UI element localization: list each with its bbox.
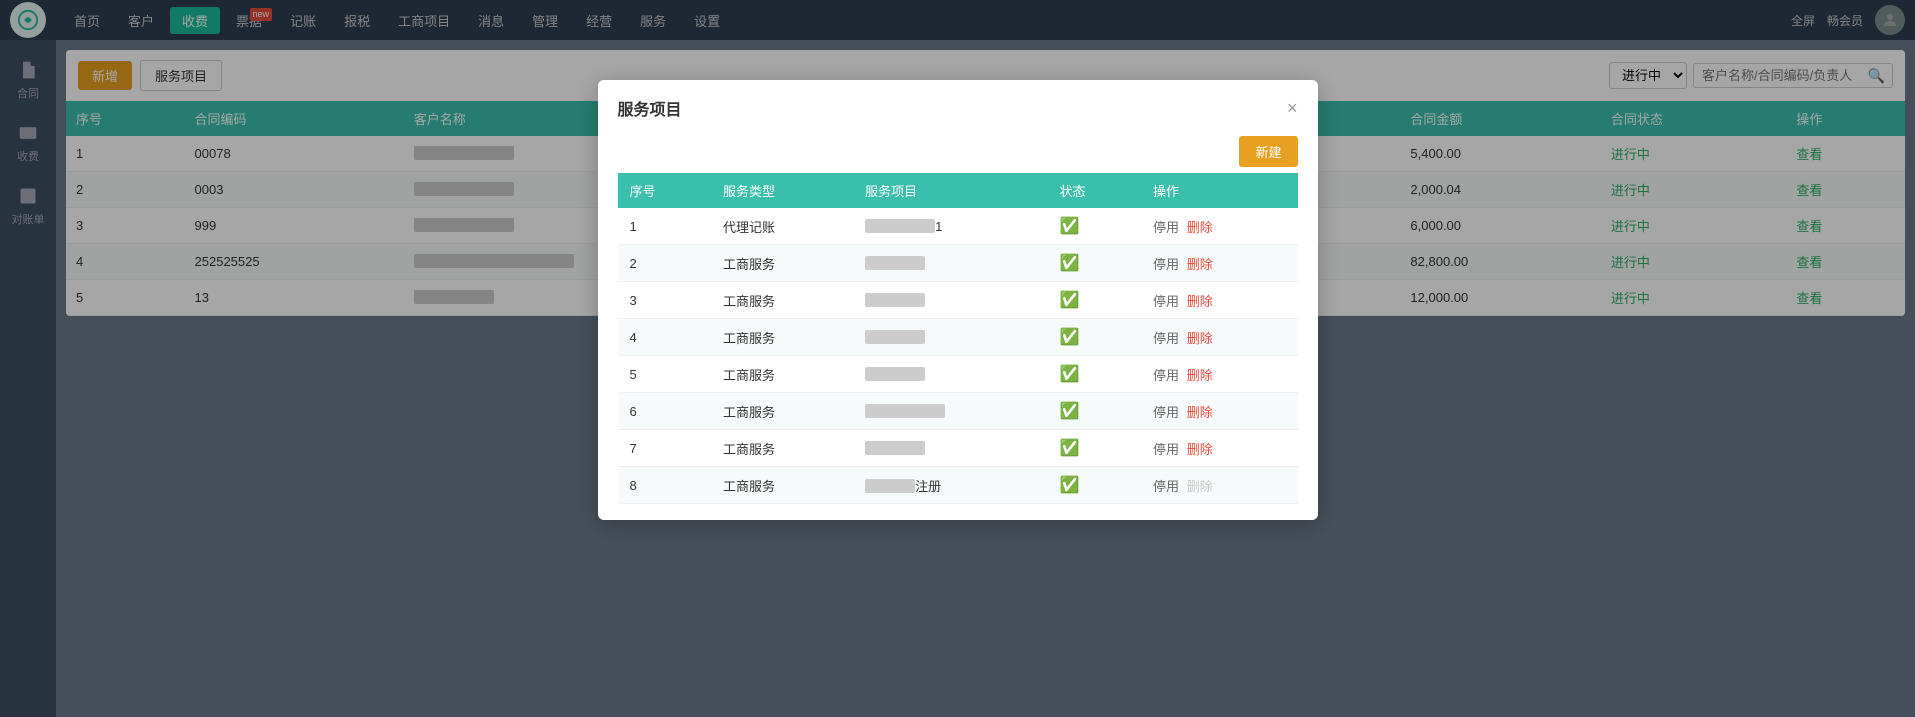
list-item: 2 工商服务 ✅ 停用 删除 (618, 245, 1298, 282)
service-item-modal: 服务项目 × 新建 序号 服务类型 服务项目 状态 (598, 80, 1318, 520)
disable-button[interactable]: 停用 (1153, 294, 1179, 309)
modal-close-button[interactable]: × (1287, 98, 1298, 119)
modal-header: 服务项目 × (598, 80, 1318, 130)
delete-button[interactable]: 删除 (1187, 257, 1213, 272)
delete-button[interactable]: 删除 (1187, 442, 1213, 457)
status-check-icon: ✅ (1060, 255, 1080, 272)
delete-button[interactable]: 删除 (1187, 368, 1213, 383)
status-check-icon: ✅ (1060, 329, 1080, 346)
col-item: 服务项目 (853, 173, 1047, 208)
modal-toolbar: 新建 (598, 130, 1318, 173)
disable-button[interactable]: 停用 (1153, 220, 1179, 235)
create-service-button[interactable]: 新建 (1239, 136, 1297, 167)
delete-button[interactable]: 删除 (1187, 294, 1213, 309)
list-item: 1 代理记账 1 ✅ 停用 删除 (618, 208, 1298, 245)
delete-button[interactable]: 删除 (1187, 331, 1213, 346)
disable-button[interactable]: 停用 (1153, 405, 1179, 420)
status-check-icon: ✅ (1060, 440, 1080, 457)
modal-overlay[interactable]: 服务项目 × 新建 序号 服务类型 服务项目 状态 (56, 40, 1915, 717)
service-table: 序号 服务类型 服务项目 状态 操作 1 代理记账 (618, 173, 1298, 504)
disable-button[interactable]: 停用 (1153, 331, 1179, 346)
modal-body: 序号 服务类型 服务项目 状态 操作 1 代理记账 (598, 173, 1318, 520)
list-item: 7 工商服务 ✅ 停用 删除 (618, 430, 1298, 467)
col-status: 状态 (1048, 173, 1142, 208)
col-index: 序号 (618, 173, 712, 208)
delete-button[interactable]: 删除 (1187, 405, 1213, 420)
delete-button[interactable]: 删除 (1187, 479, 1213, 494)
list-item: 8 工商服务 注册 ✅ 停用 删除 (618, 467, 1298, 504)
modal-title: 服务项目 (618, 96, 1287, 120)
list-item: 6 工商服务 ✅ 停用 删除 (618, 393, 1298, 430)
col-type: 服务类型 (711, 173, 853, 208)
disable-button[interactable]: 停用 (1153, 257, 1179, 272)
modal-table-header: 序号 服务类型 服务项目 状态 操作 (618, 173, 1298, 208)
delete-button[interactable]: 删除 (1187, 220, 1213, 235)
list-item: 4 工商服务 ✅ 停用 删除 (618, 319, 1298, 356)
disable-button[interactable]: 停用 (1153, 479, 1179, 494)
status-check-icon: ✅ (1060, 403, 1080, 420)
disable-button[interactable]: 停用 (1153, 442, 1179, 457)
col-ops: 操作 (1141, 173, 1297, 208)
main-layout: 合同 收费 对账单 新增 服务项目 进行中 已完成 (0, 40, 1915, 717)
main-content: 新增 服务项目 进行中 已完成 已终止 🔍 (56, 40, 1915, 717)
status-check-icon: ✅ (1060, 292, 1080, 309)
status-check-icon: ✅ (1060, 366, 1080, 383)
disable-button[interactable]: 停用 (1153, 368, 1179, 383)
status-check-icon: ✅ (1060, 218, 1080, 235)
status-check-icon: ✅ (1060, 477, 1080, 494)
list-item: 5 工商服务 ✅ 停用 删除 (618, 356, 1298, 393)
list-item: 3 工商服务 ✅ 停用 删除 (618, 282, 1298, 319)
